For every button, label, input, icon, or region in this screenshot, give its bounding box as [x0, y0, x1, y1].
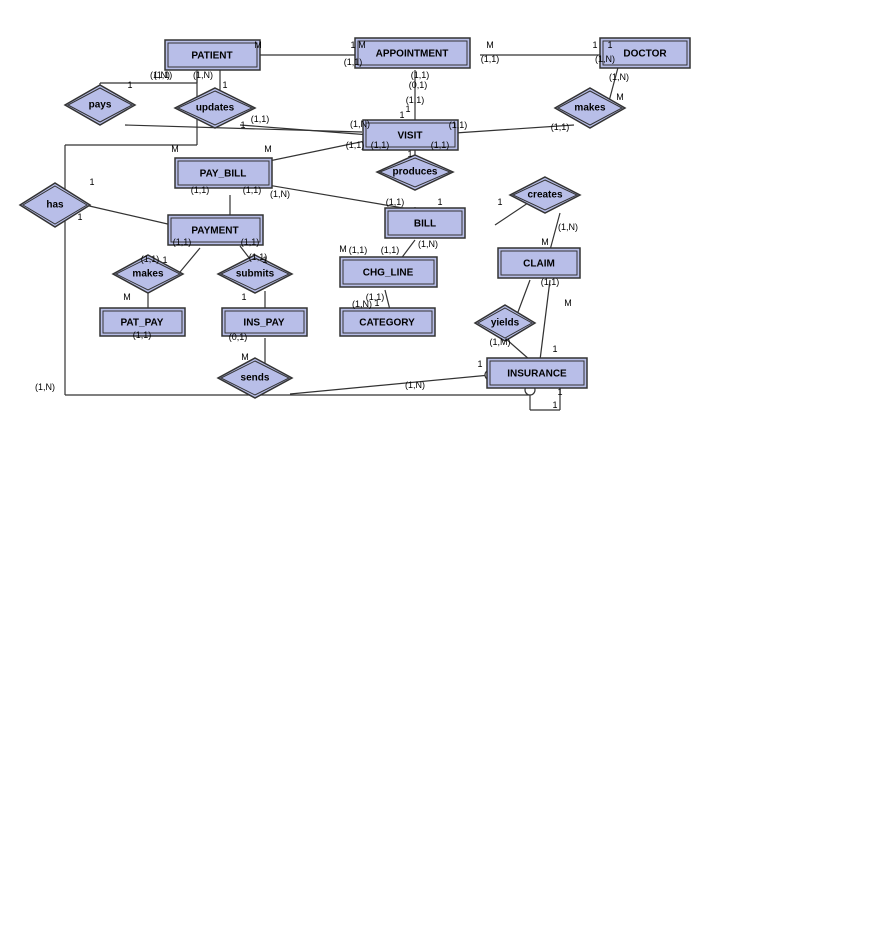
card-pp-bot: (1,1) [133, 330, 152, 340]
submits-label: submits [236, 269, 275, 280]
card-pb-pay2: (1,1) [243, 185, 262, 195]
card-1-ins-snd: 1 [477, 359, 482, 369]
card-chg-1: (1,1) [349, 245, 368, 255]
card-vis-pb-1: (1,1) [346, 140, 365, 150]
has-label: has [46, 200, 64, 211]
card-ins-self-2: 1 [552, 400, 557, 410]
paybill-label: PAY_BILL [200, 169, 247, 180]
card-claim-M: M [541, 237, 549, 247]
card-yld-ins-1: (1,M) [490, 337, 511, 347]
yields-label: yields [491, 318, 520, 329]
card-M-snd: M [241, 352, 249, 362]
card-m-pb: M [171, 144, 179, 154]
card-prod-bill2: 1 [437, 197, 442, 207]
card-pat-bot: (1,1) [154, 70, 173, 80]
card-snd-ins: (1,N) [405, 380, 425, 390]
doctor-label: DOCTOR [623, 49, 667, 60]
card-bill-chg-1: (1,N) [418, 239, 438, 249]
card-has-bot: (1,N) [35, 382, 55, 392]
claim-label: CLAIM [523, 259, 555, 270]
card-1-pays: 1 [127, 80, 132, 90]
card-pat-app-2: 1 [350, 40, 355, 50]
card-vis-1: (1,1) [371, 140, 390, 150]
card-sub-ip-1: (1,1) [249, 252, 268, 262]
insurance-label: INSURANCE [507, 369, 567, 380]
card-has-1: 1 [89, 177, 94, 187]
card-m-makes: M [616, 92, 624, 102]
card-upd-vis2: (1,N) [350, 119, 370, 129]
card-1-ip: 1 [241, 292, 246, 302]
card-pb-bill-1: (1,N) [270, 189, 290, 199]
card-yield-M: M [564, 298, 572, 308]
card-app-doc-1: M [486, 40, 494, 50]
card-vis-makes: (1,1) [449, 120, 468, 130]
card-m-pb2: M [264, 144, 272, 154]
makes-doctor-label: makes [574, 103, 606, 114]
bill-label: BILL [414, 219, 436, 230]
sends-label: sends [241, 373, 270, 384]
inspay-label: INS_PAY [243, 318, 284, 329]
card-M-pp: M [123, 292, 131, 302]
card-doc-makes: (1,N) [609, 72, 629, 82]
card-pays-vis: 1 [240, 120, 245, 130]
card-appt-11: (1,1) [406, 95, 425, 105]
er-diagram: PATIENT APPOINTMENT DOCTOR VISIT PAY_BIL… [0, 0, 894, 929]
card-pay-sub-1: (1,1) [241, 237, 260, 247]
card-app-doc-r1: (1,1) [481, 54, 500, 64]
card-1-r: 1 [607, 40, 612, 50]
payment-label: PAYMENT [191, 226, 238, 237]
card-bill-cre-1: 1 [497, 197, 502, 207]
category-label: CATEGORY [359, 318, 415, 329]
card-bill-chg-2: M [339, 244, 347, 254]
card-app-doc-2: 1 [592, 40, 597, 50]
card-has-2: 1 [77, 212, 82, 222]
card-m2: M [358, 40, 366, 50]
card-pat-app-1: M [254, 40, 262, 50]
card-pb-pay1: (1,1) [191, 185, 210, 195]
card-1-mak: 1 [162, 255, 167, 265]
card-chg-cat-2: (1,N) [352, 299, 372, 309]
card-chg-2: (1,1) [381, 245, 400, 255]
produces-label: produces [392, 167, 437, 178]
card-cre-claim: (1,N) [558, 222, 578, 232]
card-app-vis-2: 1 [405, 104, 410, 114]
pays-label: pays [89, 100, 112, 111]
card-pay-mak-1: (1,1) [173, 237, 192, 247]
card-vis-prod-1: 1 [407, 149, 412, 159]
creates-label: creates [527, 190, 562, 201]
patient-label: PATIENT [191, 51, 232, 62]
card-mak-pp-1: (1,1) [141, 254, 160, 264]
card-vis-2: (1,1) [431, 140, 450, 150]
card-1-vis-appt: 1 [399, 110, 404, 120]
appointment-label: APPOINTMENT [376, 49, 449, 60]
card-appt-01: (0,1) [409, 80, 428, 90]
card-upd-vis: (1,1) [251, 114, 270, 124]
chgline-label: CHG_LINE [363, 268, 414, 279]
card-app-vis-1: (1,1) [411, 70, 430, 80]
card-yld-ins-2: 1 [552, 344, 557, 354]
card-prod-bill: (1,1) [386, 197, 405, 207]
card-cat-1: 1 [374, 298, 379, 308]
makes-pay-label: makes [132, 269, 164, 280]
card-ip-snd-1: (0,1) [229, 332, 248, 342]
visit-label: VISIT [397, 131, 422, 142]
card-makes-vis: (1,1) [551, 122, 570, 132]
card-ins-self-1: 1 [557, 387, 562, 397]
card-1-upd: 1 [222, 80, 227, 90]
patpay-label: PAT_PAY [121, 318, 164, 329]
updates-label: updates [196, 103, 235, 114]
card-claim-yld: (1,1) [541, 277, 560, 287]
diagram-container: PATIENT APPOINTMENT DOCTOR VISIT PAY_BIL… [0, 0, 894, 929]
card-app-doc-r2: (1,N) [595, 54, 615, 64]
card-m-app: (1,1) [344, 57, 363, 67]
card-pat-upd: (1,N) [193, 70, 213, 80]
